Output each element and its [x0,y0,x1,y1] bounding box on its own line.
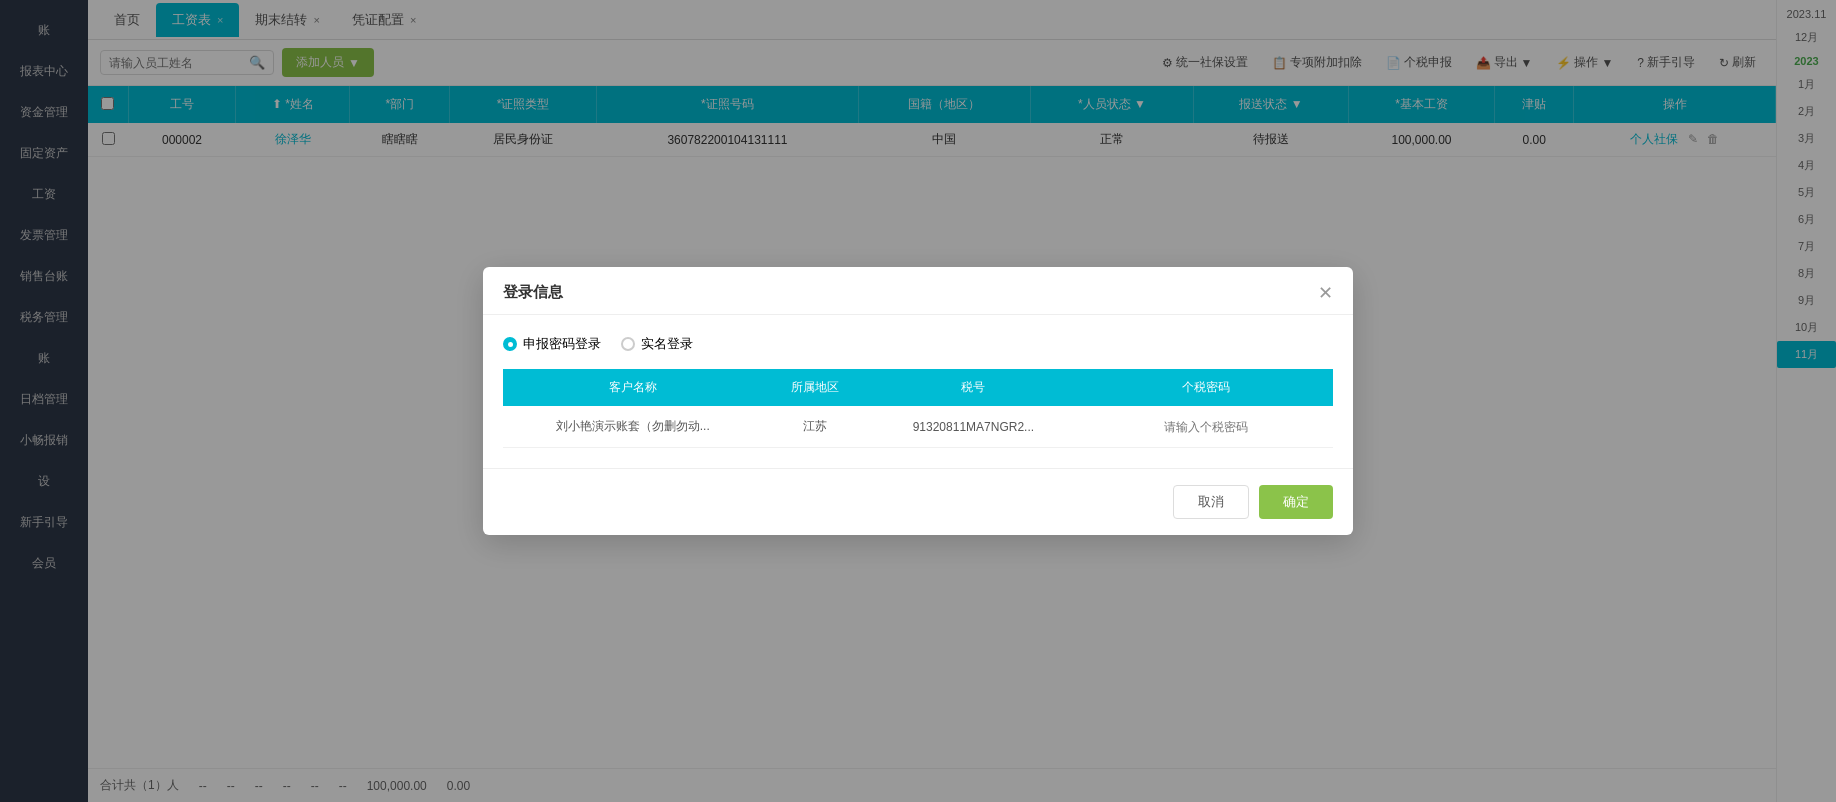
radio-password-login[interactable]: 申报密码登录 [503,335,601,353]
radio-group: 申报密码登录 实名登录 [503,335,1333,353]
tax-password-input[interactable] [1091,420,1321,434]
dialog-cell-taxpwd[interactable] [1079,406,1333,448]
radio-password-circle [503,337,517,351]
dialog-col-region: 所属地区 [762,369,867,406]
dialog-cell-name: 刘小艳演示账套（勿删勿动... [503,406,762,448]
dialog-col-taxno: 税号 [867,369,1079,406]
login-modal: 登录信息 ✕ 申报密码登录 实名登录 客户名称 所属地区 [483,267,1353,535]
dialog-col-taxpwd: 个税密码 [1079,369,1333,406]
dialog-cell-taxno: 91320811MA7NGR2... [867,406,1079,448]
dialog-table-row: 刘小艳演示账套（勿删勿动... 江苏 91320811MA7NGR2... [503,406,1333,448]
dialog-table: 客户名称 所属地区 税号 个税密码 刘小艳演示账套（勿删勿动... 江苏 913… [503,369,1333,448]
confirm-button[interactable]: 确定 [1259,485,1333,519]
modal-overlay: 登录信息 ✕ 申报密码登录 实名登录 客户名称 所属地区 [0,0,1836,802]
cancel-button[interactable]: 取消 [1173,485,1249,519]
modal-footer: 取消 确定 [483,468,1353,535]
modal-body: 申报密码登录 实名登录 客户名称 所属地区 税号 个税密码 [483,315,1353,468]
modal-header: 登录信息 ✕ [483,267,1353,315]
modal-title: 登录信息 [503,283,563,302]
modal-close-button[interactable]: ✕ [1318,284,1333,302]
radio-realname-login[interactable]: 实名登录 [621,335,693,353]
dialog-cell-region: 江苏 [762,406,867,448]
radio-realname-circle [621,337,635,351]
dialog-col-name: 客户名称 [503,369,762,406]
